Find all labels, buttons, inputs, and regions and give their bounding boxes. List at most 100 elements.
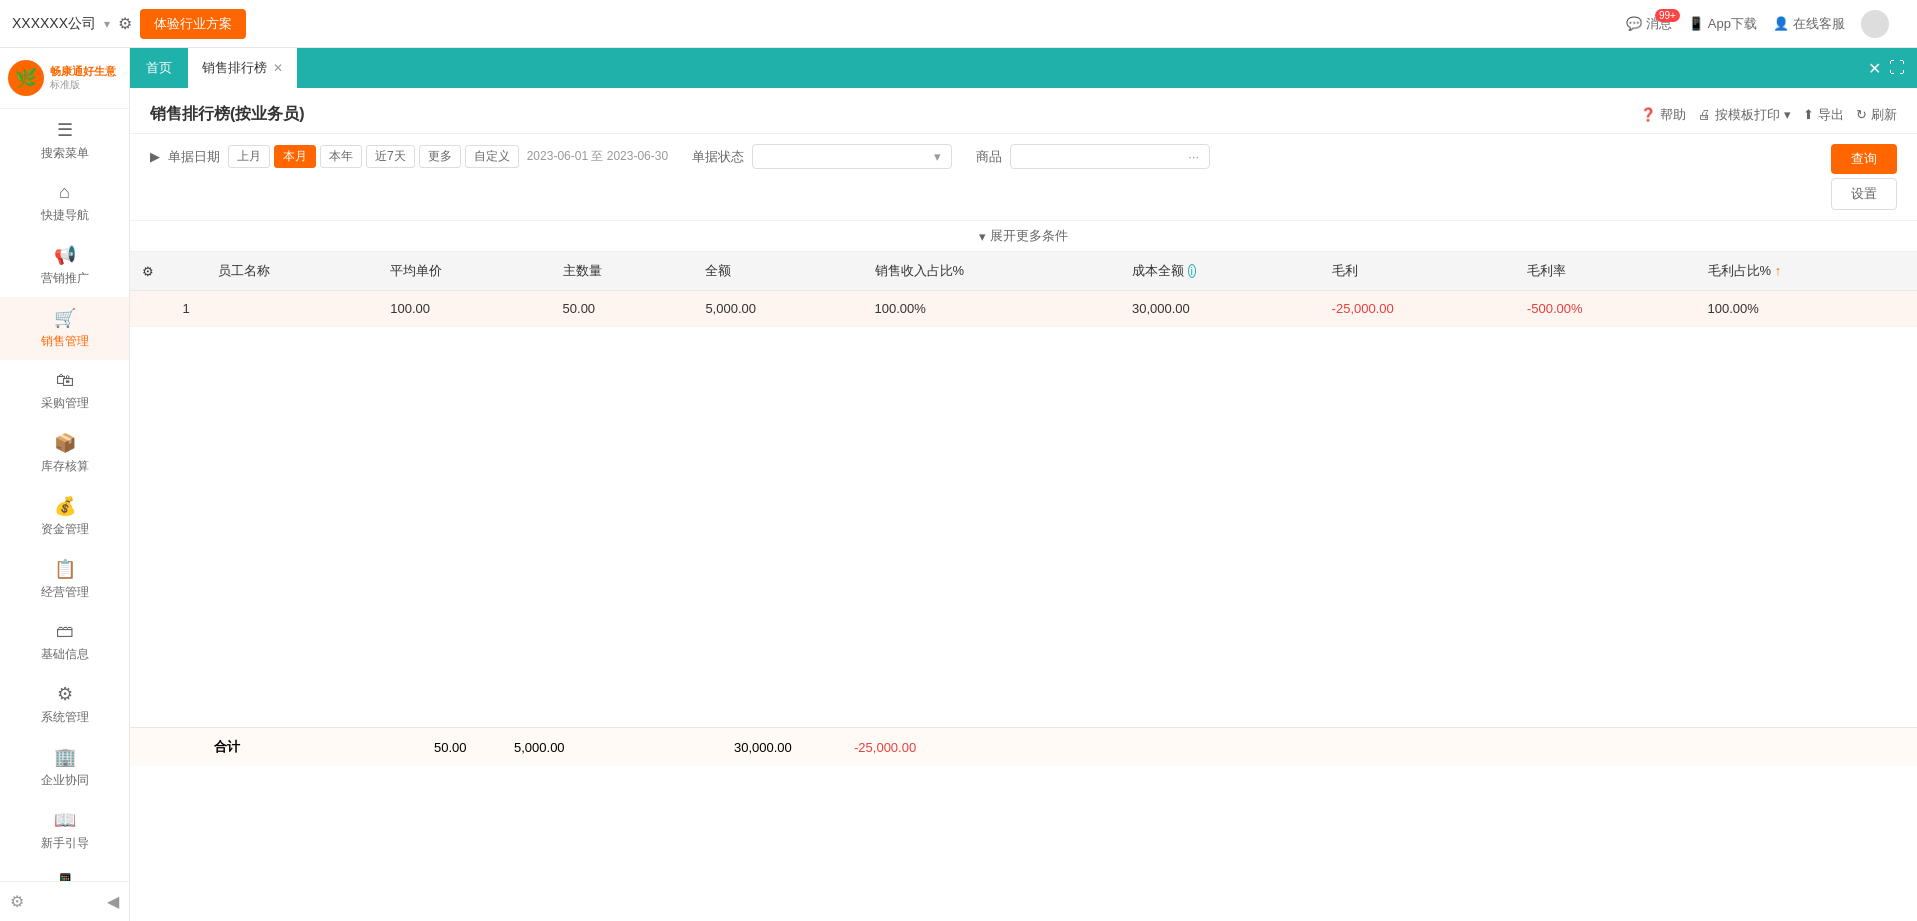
date-btn-this-year[interactable]: 本年 bbox=[320, 145, 362, 168]
cell-rank: 1 bbox=[166, 291, 206, 327]
date-btn-this-month[interactable]: 本月 bbox=[274, 145, 316, 168]
settings-button[interactable]: 设置 bbox=[1831, 178, 1897, 210]
date-btn-7days[interactable]: 近7天 bbox=[366, 145, 415, 168]
date-btn-group: 上月 本月 本年 近7天 更多 自定义 bbox=[228, 145, 519, 168]
filter-arrow-btn[interactable]: ▶ bbox=[150, 149, 160, 164]
table-spacer bbox=[130, 327, 1917, 727]
sidebar-item-system[interactable]: ⚙ 系统管理 bbox=[0, 673, 129, 736]
cell-name bbox=[206, 291, 378, 327]
goods-input[interactable]: ··· bbox=[1010, 144, 1210, 169]
sidebar-item-search-menu[interactable]: ☰ 搜索菜单 bbox=[0, 109, 129, 172]
sidebar-item-basic-info[interactable]: 🗃 基础信息 bbox=[0, 611, 129, 673]
print-btn[interactable]: 🖨 按模板打印 ▾ bbox=[1698, 106, 1791, 124]
sidebar-label-newbie: 新手引导 bbox=[41, 835, 89, 852]
cell-qty: 50.00 bbox=[551, 291, 694, 327]
tab-close-window-btn[interactable]: ✕ bbox=[1868, 59, 1881, 78]
header-actions: ❓ 帮助 🖨 按模板打印 ▾ ⬆ 导出 bbox=[1640, 106, 1897, 124]
sort-icon[interactable]: ↑ bbox=[1775, 263, 1782, 278]
tab-restore-btn[interactable]: ⛶ bbox=[1889, 59, 1905, 77]
status-select[interactable]: ▾ bbox=[752, 144, 952, 169]
export-icon: ⬆ bbox=[1803, 107, 1814, 122]
sidebar-label-quick-nav: 快捷导航 bbox=[41, 207, 89, 224]
app-center-icon: 📱 bbox=[54, 872, 76, 881]
sidebar-item-newbie[interactable]: 📖 新手引导 bbox=[0, 799, 129, 862]
online-service-btn[interactable]: 👤 在线客服 bbox=[1773, 15, 1845, 33]
company-select-arrow[interactable]: ▾ bbox=[104, 17, 110, 31]
export-label: 导出 bbox=[1818, 106, 1844, 124]
sidebar-label-system: 系统管理 bbox=[41, 709, 89, 726]
table-row: 1 100.00 50.00 5,000.00 100.00% 30,000.0… bbox=[130, 291, 1917, 327]
sidebar: 🌿 畅康通好生意 标准版 ☰ 搜索菜单 ⌂ 快捷导航 📢 营销推 bbox=[0, 48, 130, 921]
cell-settings bbox=[130, 291, 166, 327]
sidebar-item-inventory[interactable]: 📦 库存核算 bbox=[0, 422, 129, 485]
sidebar-item-enterprise[interactable]: 🏢 企业协同 bbox=[0, 736, 129, 799]
th-name: 员工名称 bbox=[206, 252, 378, 291]
tab-close-icon[interactable]: ✕ bbox=[273, 61, 283, 75]
status-label: 单据状态 bbox=[692, 148, 744, 166]
sidebar-item-app-center[interactable]: 📱 应用中心 bbox=[0, 862, 129, 881]
tab-bar: 首页 销售排行榜 ✕ ✕ ⛶ bbox=[130, 48, 1917, 88]
help-label: 帮助 bbox=[1660, 106, 1686, 124]
refresh-label: 刷新 bbox=[1871, 106, 1897, 124]
page-content: 销售排行榜(按业务员) ❓ 帮助 🖨 按模板打印 ▾ bbox=[130, 88, 1917, 921]
system-icon: ⚙ bbox=[57, 683, 73, 705]
avatar[interactable] bbox=[1861, 10, 1889, 38]
help-icon: ❓ bbox=[1640, 107, 1656, 122]
filter-right-btns: 查询 设置 bbox=[1831, 144, 1897, 210]
filter-row-1: ▶ 单据日期 上月 本月 本年 近7天 更多 自定义 bbox=[150, 144, 1210, 169]
message-area[interactable]: 💬 消息 99+ bbox=[1626, 15, 1672, 33]
trial-button[interactable]: 体验行业方案 bbox=[140, 9, 246, 39]
app-download-btn[interactable]: 📱 App下载 bbox=[1688, 15, 1757, 33]
table-container: ⚙ 员工名称 平均单价 主数量 全额 销售收入占比% 成本全额 i 毛利 bbox=[130, 252, 1917, 327]
sidebar-label-inventory: 库存核算 bbox=[41, 458, 89, 475]
sidebar-item-finance[interactable]: 💰 资金管理 bbox=[0, 485, 129, 548]
sidebar-item-purchase[interactable]: 🛍 采购管理 bbox=[0, 360, 129, 422]
sidebar-label-purchase: 采购管理 bbox=[41, 395, 89, 412]
expand-btn[interactable]: ▾ 展开更多条件 bbox=[979, 227, 1068, 245]
sales-icon: 🛒 bbox=[54, 307, 76, 329]
sidebar-item-quick-nav[interactable]: ⌂ 快捷导航 bbox=[0, 172, 129, 234]
top-bar: XXXXXX公司 ▾ ⚙ 体验行业方案 💬 消息 99+ 📱 App下载 👤 在… bbox=[0, 0, 1917, 48]
sidebar-collapse-icon[interactable]: ◀ bbox=[107, 892, 119, 911]
quick-nav-icon: ⌂ bbox=[59, 182, 70, 203]
filter-left: ▶ 单据日期 上月 本月 本年 近7天 更多 自定义 bbox=[150, 144, 1210, 169]
cell-amount: 5,000.00 bbox=[693, 291, 862, 327]
sidebar-item-operations[interactable]: 📋 经营管理 bbox=[0, 548, 129, 611]
total-cost-cell: 30,000.00 bbox=[722, 740, 842, 755]
date-btn-last-month[interactable]: 上月 bbox=[228, 145, 270, 168]
tab-home[interactable]: 首页 bbox=[130, 48, 188, 88]
message-badge: 99+ bbox=[1655, 9, 1680, 22]
cell-sales-pct: 100.00% bbox=[863, 291, 1120, 327]
tab-home-label: 首页 bbox=[146, 59, 172, 77]
sidebar-settings-icon[interactable]: ⚙ bbox=[10, 892, 24, 911]
goods-more-icon[interactable]: ··· bbox=[1188, 149, 1199, 164]
app-container: XXXXXX公司 ▾ ⚙ 体验行业方案 💬 消息 99+ 📱 App下载 👤 在… bbox=[0, 0, 1917, 921]
date-btn-custom[interactable]: 自定义 bbox=[465, 145, 519, 168]
date-range: 2023-06-01 至 2023-06-30 bbox=[527, 148, 668, 165]
message-icon: 💬 bbox=[1626, 16, 1642, 31]
content-area: 首页 销售排行榜 ✕ ✕ ⛶ 销售排行榜(按业务员) bbox=[130, 48, 1917, 921]
total-profit-cell: -25,000.00 bbox=[842, 740, 942, 755]
export-btn[interactable]: ⬆ 导出 bbox=[1803, 106, 1844, 124]
sidebar-item-marketing[interactable]: 📢 营销推广 bbox=[0, 234, 129, 297]
sidebar-label-finance: 资金管理 bbox=[41, 521, 89, 538]
sidebar-item-sales[interactable]: 🛒 销售管理 bbox=[0, 297, 129, 360]
newbie-icon: 📖 bbox=[54, 809, 76, 831]
query-button[interactable]: 查询 bbox=[1831, 144, 1897, 174]
date-btn-more[interactable]: 更多 bbox=[419, 145, 461, 168]
top-bar-right: 💬 消息 99+ 📱 App下载 👤 在线客服 bbox=[1626, 10, 1905, 38]
th-cost: 成本全额 i bbox=[1120, 252, 1320, 291]
refresh-btn[interactable]: ↻ 刷新 bbox=[1856, 106, 1897, 124]
help-btn[interactable]: ❓ 帮助 bbox=[1640, 106, 1686, 124]
th-profit-rate: 毛利率 bbox=[1515, 252, 1696, 291]
th-settings[interactable]: ⚙ bbox=[130, 252, 166, 291]
th-profit-pct: 毛利占比% ↑ bbox=[1696, 252, 1917, 291]
basic-info-icon: 🗃 bbox=[56, 621, 74, 642]
print-dropdown-icon[interactable]: ▾ bbox=[1784, 107, 1791, 122]
th-rank bbox=[166, 252, 206, 291]
cell-avg-price: 100.00 bbox=[378, 291, 550, 327]
finance-icon: 💰 bbox=[54, 495, 76, 517]
settings-icon[interactable]: ⚙ bbox=[118, 14, 132, 33]
cell-profit-pct: 100.00% bbox=[1696, 291, 1917, 327]
tab-sales-rank[interactable]: 销售排行榜 ✕ bbox=[188, 48, 297, 88]
